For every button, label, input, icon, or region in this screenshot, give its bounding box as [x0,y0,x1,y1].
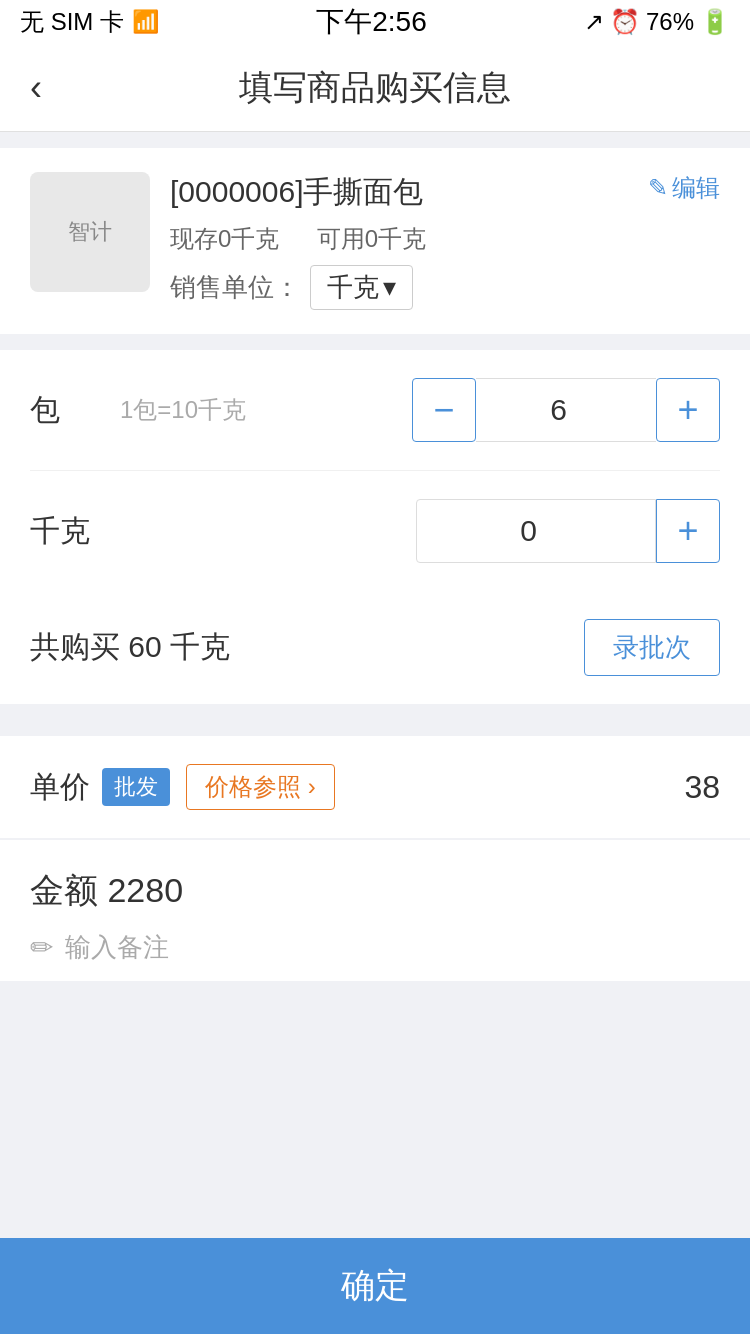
kg-quantity-input[interactable] [416,499,656,563]
kg-controls: + [416,499,720,563]
price-label: 单价 [30,767,90,808]
nav-bar: ‹ 填写商品购买信息 [0,44,750,132]
edit-icon: ✎ [648,174,668,202]
edit-label: 编辑 [672,172,720,204]
unit-label: 销售单位： [170,270,300,305]
input-section: 包 1包=10千克 − + 千克 + [0,350,750,591]
price-section: 单价 批发 价格参照 › 38 [0,736,750,838]
amount-label: 金额 [30,871,98,909]
bao-hint: 1包=10千克 [120,394,246,426]
price-type-tag: 批发 [102,768,170,806]
available-text: 可用0千克 [317,225,426,252]
back-button[interactable]: ‹ [30,67,42,109]
unit-value: 千克 [327,270,379,305]
product-logo: 智计 [68,217,112,247]
product-image: 智计 [30,172,150,292]
dropdown-arrow-icon: ▾ [383,272,396,303]
bao-quantity-input[interactable] [476,378,656,442]
price-ref-button[interactable]: 价格参照 › [186,764,335,810]
note-row[interactable]: ✏ 输入备注 [30,930,720,965]
bao-label: 包 [30,390,110,431]
pencil-icon: ✏ [30,931,53,964]
kg-plus-button[interactable]: + [656,499,720,563]
divider-2 [0,704,750,720]
unit-select[interactable]: 千克 ▾ [310,265,413,310]
alarm-icon: ⏰ [610,8,640,36]
bao-plus-button[interactable]: + [656,378,720,442]
product-info-header: [0000006]手撕面包 ✎ 编辑 [170,172,720,223]
product-name: [0000006]手撕面包 [170,172,423,213]
product-info: [0000006]手撕面包 ✎ 编辑 现存0千克 可用0千克 销售单位： 千克 … [170,172,720,310]
divider-1 [0,334,750,350]
confirm-button[interactable]: 确定 [0,1238,750,1334]
product-edit-button[interactable]: ✎ 编辑 [648,172,720,204]
stock-text: 现存0千克 [170,225,279,252]
battery-icon: 🔋 [700,8,730,36]
status-right: ↗ ⏰ 76% 🔋 [584,8,730,36]
wifi-icon: 📶 [132,9,159,35]
kg-input-row: 千克 + [30,471,720,591]
status-left: 无 SIM 卡 📶 [20,6,159,38]
bao-stepper: − + [412,378,720,442]
total-label: 共购买 60 千克 [30,627,230,668]
battery-text: 76% [646,8,694,36]
status-time: 下午2:56 [316,3,427,41]
amount-row: 金额 2280 [30,868,720,914]
bottom-space [0,981,750,1101]
price-value: 38 [684,769,720,806]
status-bar: 无 SIM 卡 📶 下午2:56 ↗ ⏰ 76% 🔋 [0,0,750,44]
amount-section: 金额 2280 ✏ 输入备注 [0,840,750,981]
kg-label: 千克 [30,511,110,552]
product-unit-row: 销售单位： 千克 ▾ [170,265,720,310]
page-title: 填写商品购买信息 [239,65,511,111]
bao-minus-button[interactable]: − [412,378,476,442]
location-icon: ↗ [584,8,604,36]
amount-value: 2280 [107,871,183,909]
product-stock: 现存0千克 可用0千克 [170,223,720,255]
carrier-text: 无 SIM 卡 [20,6,124,38]
note-placeholder: 输入备注 [65,930,169,965]
bao-input-row: 包 1包=10千克 − + [30,350,720,471]
batch-button[interactable]: 录批次 [584,619,720,676]
total-row: 共购买 60 千克 录批次 [0,591,750,704]
product-card: 智计 [0000006]手撕面包 ✎ 编辑 现存0千克 可用0千克 销售单位： … [0,148,750,334]
